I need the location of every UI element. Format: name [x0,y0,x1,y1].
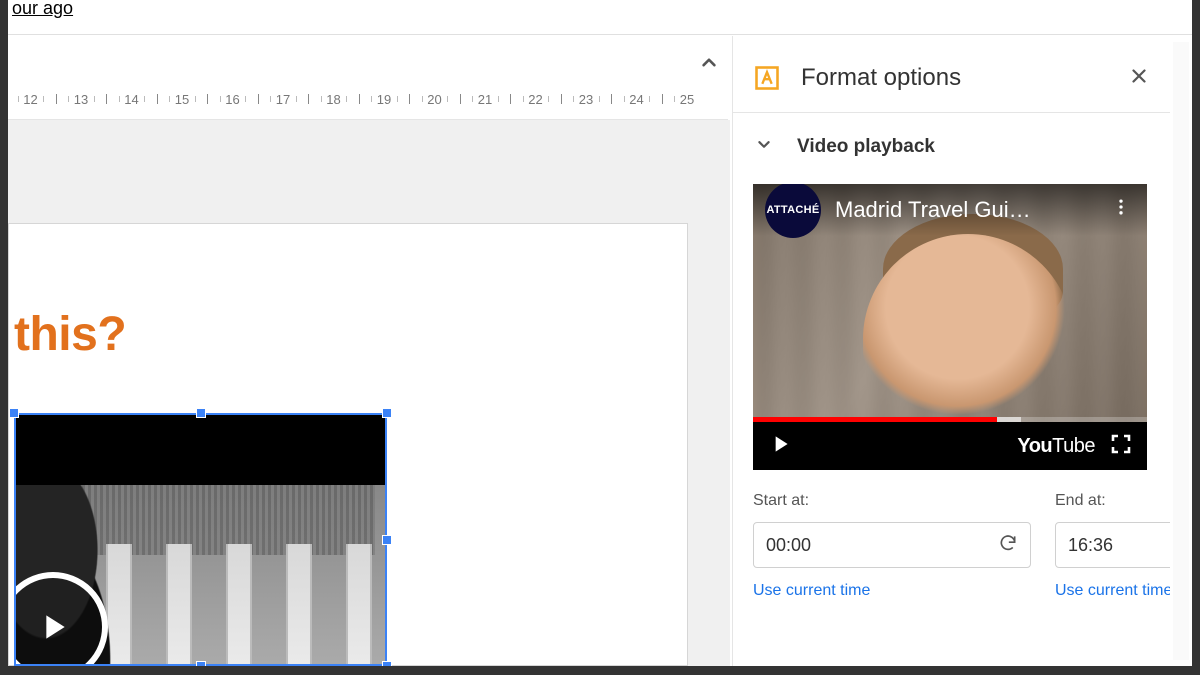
video-more-button[interactable] [1107,197,1135,223]
ruler-number: 13 [74,92,88,107]
youtube-logo[interactable]: YouTube [1017,435,1095,458]
ruler-number: 25 [680,92,694,107]
close-panel-button[interactable] [1128,65,1150,92]
play-button[interactable] [767,431,793,462]
ruler-number: 15 [175,92,189,107]
collapse-toolbar-button[interactable] [696,50,722,81]
resize-handle[interactable] [382,535,392,545]
resize-handle[interactable] [382,408,392,418]
panel-title: Format options [801,64,1128,92]
ruler-number: 12 [23,92,37,107]
ruler-number: 14 [124,92,138,107]
video-playback-section-toggle[interactable]: Video playback [733,113,1170,178]
horizontal-ruler[interactable]: 12 13 14 15 16 17 18 19 20 21 22 23 24 25 [8,88,728,120]
ruler-number: 18 [326,92,340,107]
ruler-number: 24 [629,92,643,107]
format-options-panel: Format options Video playback ATTACHÉ Ma… [732,36,1170,666]
panel-scrollbar[interactable] [1170,36,1192,666]
toolbar-divider [8,34,1192,35]
video-preview[interactable]: ATTACHÉ Madrid Travel Gui… YouTube [753,184,1147,470]
video-title[interactable]: Madrid Travel Gui… [835,197,1107,223]
chevron-down-icon [753,133,775,160]
slide-title-text[interactable]: this? [14,307,126,362]
resize-handle[interactable] [9,408,19,418]
ruler-number: 21 [478,92,492,107]
ruler-number: 17 [276,92,290,107]
section-title: Video playback [797,136,935,158]
embedded-video[interactable] [14,413,387,666]
ruler-number: 16 [225,92,239,107]
refresh-start-button[interactable] [998,533,1018,558]
start-at-input-wrap[interactable] [753,522,1031,568]
ruler-number: 20 [427,92,441,107]
last-edit-text[interactable]: our ago [12,0,73,19]
start-at-input[interactable] [766,535,998,556]
fullscreen-button[interactable] [1109,432,1133,461]
format-options-icon [753,64,781,92]
start-at-label: Start at: [753,492,1031,510]
video-thumbnail [16,485,385,664]
ruler-number: 19 [377,92,391,107]
channel-badge[interactable]: ATTACHÉ [765,184,821,238]
ruler-number: 22 [528,92,542,107]
use-current-time-start[interactable]: Use current time [753,582,1031,600]
ruler-number: 23 [579,92,593,107]
video-letterbox [16,415,385,485]
resize-handle[interactable] [196,408,206,418]
